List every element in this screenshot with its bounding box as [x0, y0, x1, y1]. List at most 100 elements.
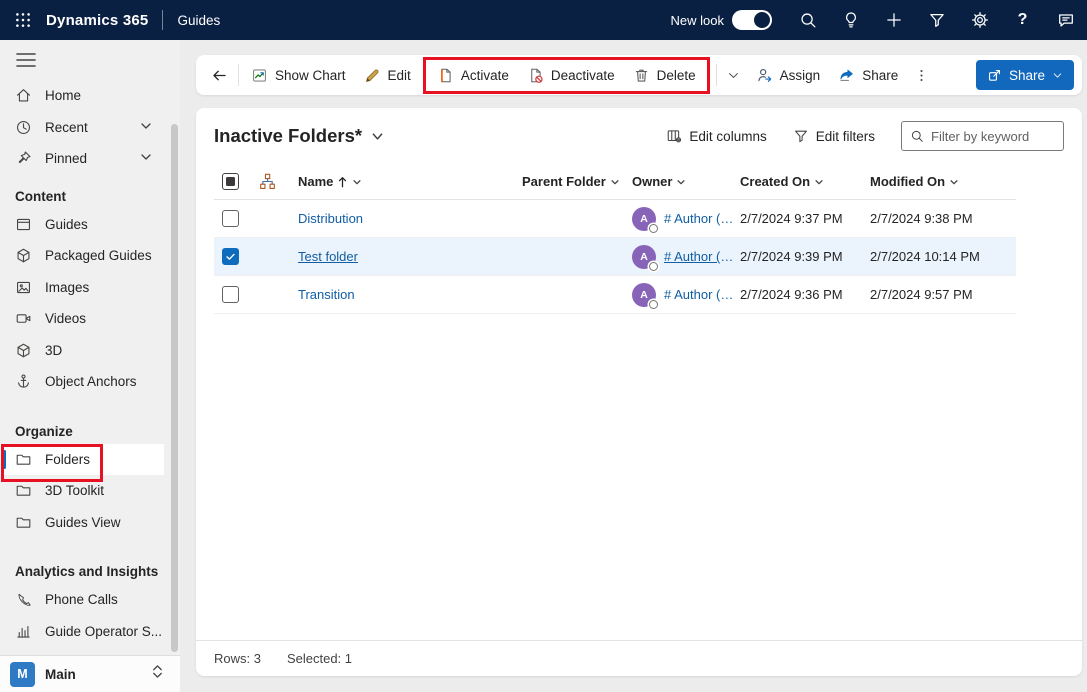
delete-button[interactable]: Delete — [624, 60, 705, 90]
hamburger-menu-icon[interactable] — [0, 40, 180, 80]
phone-icon — [15, 591, 32, 608]
vertical-ellipsis-icon — [914, 68, 929, 83]
chevron-down-icon[interactable] — [140, 120, 152, 135]
area-badge: M — [10, 662, 35, 687]
back-button[interactable] — [204, 60, 235, 90]
chevron-down-icon — [371, 130, 384, 143]
column-header-created-on[interactable]: Created On — [740, 174, 868, 189]
owner-link[interactable]: # Author (O... — [664, 287, 738, 302]
folder-name-link[interactable]: Test folder — [298, 249, 358, 264]
share-primary-button[interactable]: Share — [976, 60, 1074, 90]
owner-link[interactable]: # Author (O... — [664, 211, 738, 226]
sidebar-item-3d-toolkit[interactable]: 3D Toolkit — [0, 475, 164, 507]
app-title[interactable]: Dynamics 365 — [46, 12, 148, 29]
hierarchy-column-icon — [248, 173, 286, 190]
new-look-label: New look — [671, 13, 724, 28]
row-checkbox[interactable] — [222, 210, 239, 227]
row-checkbox[interactable] — [222, 248, 239, 265]
sidebar-item-phone-calls[interactable]: Phone Calls — [0, 584, 164, 616]
view-selector[interactable]: Inactive Folders* — [214, 125, 384, 147]
feedback-icon[interactable] — [1044, 0, 1087, 40]
sidebar-item-packaged-guides[interactable]: Packaged Guides — [0, 240, 164, 272]
sidebar-section-content: Content — [0, 175, 180, 209]
pin-icon — [15, 150, 32, 167]
top-navigation-bar: Dynamics 365 Guides New look ? — [0, 0, 1087, 40]
sidebar-item-object-anchors[interactable]: Object Anchors — [0, 366, 164, 398]
table-row[interactable]: Transition A # Author (O... 2/7/2024 9:3… — [214, 276, 1016, 314]
environment-name[interactable]: Guides — [177, 13, 220, 28]
sidebar-item-recent[interactable]: Recent — [0, 112, 164, 144]
sidebar-item-videos[interactable]: Videos — [0, 303, 164, 335]
edit-filters-button[interactable]: Edit filters — [793, 128, 875, 144]
share-button[interactable]: Share — [829, 60, 907, 90]
command-bar: Show Chart Edit Activate Deactivate Dele… — [196, 55, 1082, 95]
edit-columns-icon — [666, 128, 682, 144]
commands-overflow-chevron[interactable] — [720, 60, 747, 90]
folder-name-link[interactable]: Transition — [298, 287, 355, 302]
share-icon — [987, 68, 1002, 83]
waffle-menu-icon[interactable] — [0, 0, 46, 40]
sidebar-item-guides[interactable]: Guides — [0, 209, 164, 241]
deactivate-button[interactable]: Deactivate — [518, 60, 624, 90]
chevron-down-icon — [727, 69, 740, 82]
show-chart-button[interactable]: Show Chart — [242, 60, 355, 90]
clock-icon — [15, 119, 32, 136]
topbar-divider — [162, 10, 163, 30]
sidebar-item-pinned[interactable]: Pinned — [0, 143, 164, 175]
trash-icon — [633, 67, 650, 84]
chevron-down-icon[interactable] — [140, 151, 152, 166]
filter-funnel-icon — [793, 128, 809, 144]
select-all-checkbox[interactable] — [222, 173, 239, 190]
help-icon[interactable]: ? — [1001, 0, 1044, 40]
view-title-bar: Inactive Folders* Edit columns Edit filt… — [196, 108, 1082, 164]
owner-avatar: A — [632, 283, 656, 307]
deactivate-icon — [527, 67, 544, 84]
page-title: Inactive Folders* — [214, 125, 362, 147]
sidebar-item-folders[interactable]: Folders — [0, 444, 164, 476]
edit-button[interactable]: Edit — [355, 60, 420, 90]
folder-name-link[interactable]: Distribution — [298, 211, 363, 226]
grid-status-bar: Rows: 3 Selected: 1 — [196, 640, 1082, 676]
filter-icon[interactable] — [915, 0, 958, 40]
chevron-down-icon — [610, 177, 620, 187]
assign-button[interactable]: Assign — [747, 60, 830, 90]
folders-table: Name Parent Folder Owner Created On Modi… — [214, 164, 1016, 314]
modified-on-value: 2/7/2024 9:38 PM — [870, 211, 973, 226]
area-switcher[interactable]: M Main — [0, 655, 180, 692]
column-header-name[interactable]: Name — [298, 174, 520, 189]
edit-columns-button[interactable]: Edit columns — [666, 128, 766, 144]
sidebar-item-guide-operator[interactable]: Guide Operator S... — [0, 616, 164, 648]
toggle-switch[interactable] — [732, 10, 772, 30]
table-row[interactable]: Distribution A # Author (O... 2/7/2024 9… — [214, 200, 1016, 238]
sidebar-item-3d[interactable]: 3D — [0, 335, 164, 367]
sidebar-scrollbar[interactable] — [171, 124, 178, 652]
sidebar-section-analytics: Analytics and Insights — [0, 550, 180, 584]
column-header-owner[interactable]: Owner — [632, 174, 686, 189]
search-icon[interactable] — [786, 0, 829, 40]
more-commands-button[interactable] — [907, 60, 936, 90]
sidebar-item-home[interactable]: Home — [0, 80, 164, 112]
activate-button[interactable]: Activate — [428, 60, 518, 90]
new-look-toggle[interactable]: New look — [671, 10, 772, 30]
row-checkbox[interactable] — [222, 286, 239, 303]
settings-gear-icon[interactable] — [958, 0, 1001, 40]
filter-by-keyword-input[interactable] — [931, 129, 1055, 144]
cube-icon — [15, 342, 32, 359]
column-header-modified-on[interactable]: Modified On — [870, 174, 998, 189]
created-on-value: 2/7/2024 9:39 PM — [740, 249, 843, 264]
modified-on-value: 2/7/2024 10:14 PM — [870, 249, 980, 264]
created-on-value: 2/7/2024 9:36 PM — [740, 287, 843, 302]
owner-link[interactable]: # Author (O... — [664, 249, 738, 264]
plus-icon[interactable] — [872, 0, 915, 40]
column-header-parent-folder[interactable]: Parent Folder — [522, 174, 630, 189]
lightbulb-icon[interactable] — [829, 0, 872, 40]
chevron-down-icon — [814, 177, 824, 187]
sidebar-item-images[interactable]: Images — [0, 272, 164, 304]
image-icon — [15, 279, 32, 296]
video-camera-icon — [15, 310, 32, 327]
owner-avatar: A — [632, 207, 656, 231]
sidebar: Home Recent Pinned Content Guides Packag… — [0, 40, 180, 692]
edit-pencil-icon — [364, 67, 381, 84]
sidebar-item-guides-view[interactable]: Guides View — [0, 507, 164, 539]
table-row-selected[interactable]: Test folder A # Author (O... 2/7/2024 9:… — [214, 238, 1016, 276]
